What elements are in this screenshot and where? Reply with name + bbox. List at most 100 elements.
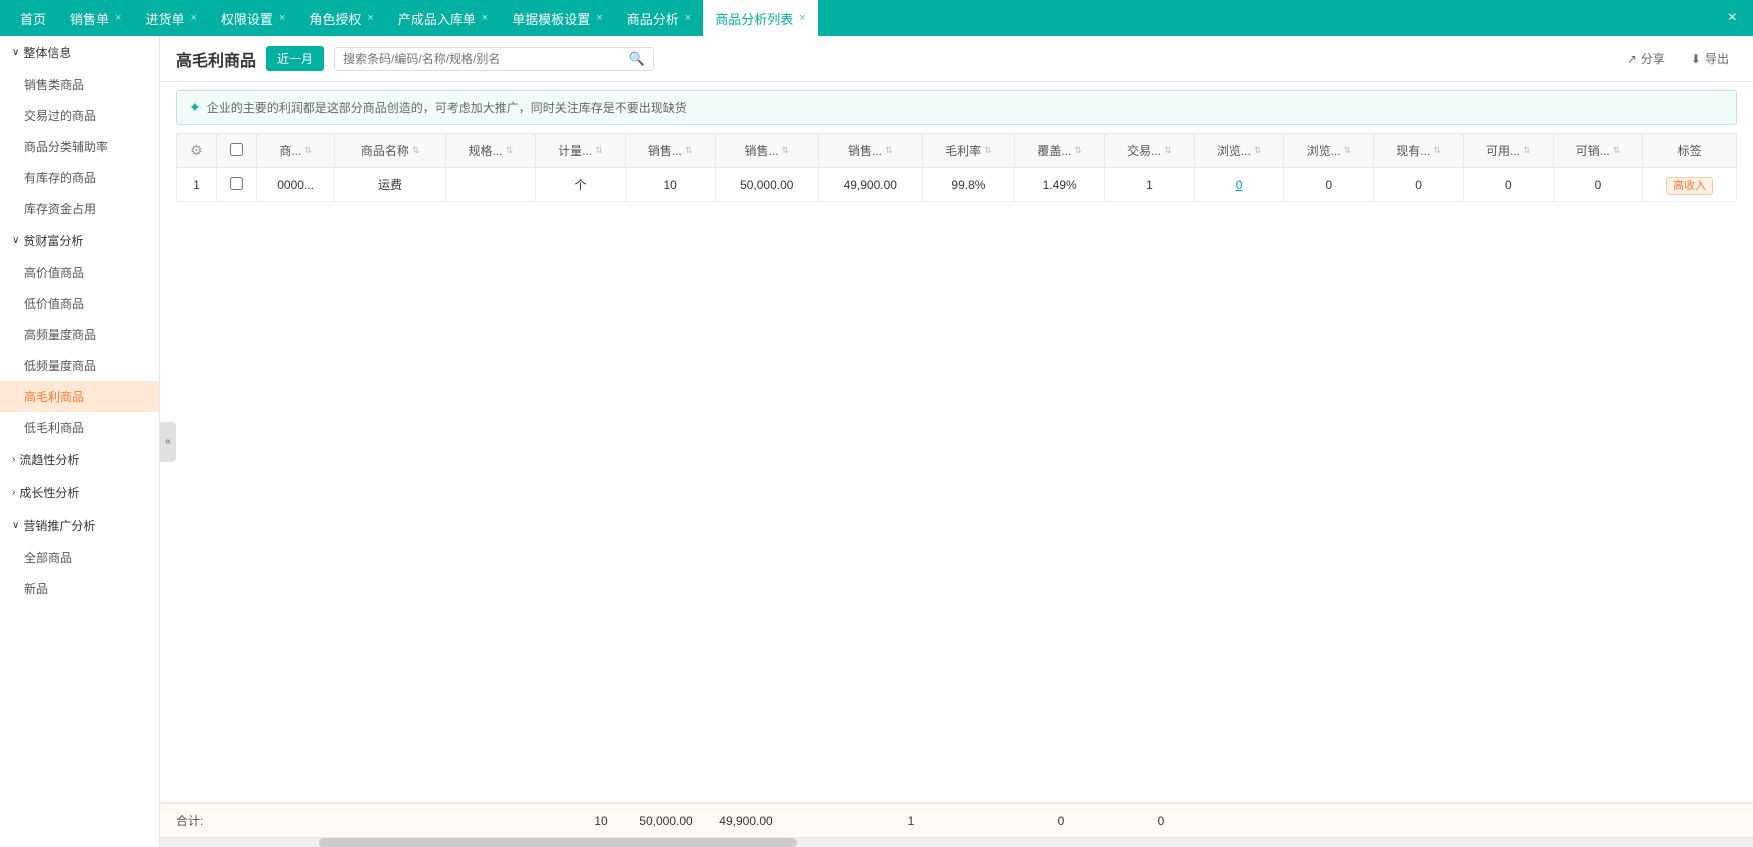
horizontal-scrollbar[interactable] (160, 837, 1753, 847)
export-icon: ⬇ (1691, 52, 1701, 66)
search-input[interactable] (343, 52, 629, 66)
nav-item-product-analysis-list[interactable]: 商品分析列表× (703, 0, 817, 36)
sidebar-item-low-value-goods[interactable]: 低价值商品 (0, 288, 159, 319)
sidebar-item-inventory-capital[interactable]: 库存资金占用 (0, 193, 159, 224)
footer-total: 合计:1050,000.0049,900.00100 (160, 802, 1753, 837)
col-header-sellable[interactable]: 可销...⇅ (1553, 134, 1643, 168)
sidebar-group-marketing-analysis[interactable]: ∨ 营销推广分析 (0, 509, 159, 542)
row-sellable: 0 (1553, 168, 1643, 202)
sidebar-item-new-goods[interactable]: 新品 (0, 573, 159, 604)
sidebar: ∨ 整体信息销售类商品交易过的商品商品分类辅助率有库存的商品库存资金占用∨贫财富分… (0, 36, 160, 847)
col-label: 浏览... (1307, 142, 1341, 159)
row-spec (446, 168, 536, 202)
sidebar-item-low-margin-goods[interactable]: 低毛利商品 (0, 412, 159, 443)
sidebar-item-traded-goods[interactable]: 交易过的商品 (0, 100, 159, 131)
sort-icon[interactable]: ⇅ (1433, 145, 1441, 156)
col-header-sales-qty[interactable]: 销售...⇅ (625, 134, 715, 168)
row-browse1-link[interactable]: 0 (1236, 178, 1243, 192)
sidebar-item-high-value-goods[interactable]: 高价值商品 (0, 257, 159, 288)
row-name: 运费 (334, 168, 446, 202)
sidebar-item-sales-goods[interactable]: 销售类商品 (0, 69, 159, 100)
export-button[interactable]: ⬇ 导出 (1683, 47, 1737, 70)
select-all-checkbox[interactable] (230, 143, 243, 156)
sidebar-group-label: 营销推广分析 (23, 517, 95, 534)
footer-cell-7: 50,000.00 (626, 814, 706, 828)
close-tab-product-analysis[interactable]: × (685, 12, 691, 24)
sort-icon[interactable]: ⇅ (1074, 145, 1082, 156)
sort-icon[interactable]: ⇅ (412, 145, 420, 156)
col-header-unit[interactable]: 计量...⇅ (536, 134, 626, 168)
col-header-available[interactable]: 可用...⇅ (1463, 134, 1553, 168)
close-tab-permission-settings[interactable]: × (279, 12, 285, 24)
nav-item-permission-settings[interactable]: 权限设置× (209, 0, 297, 36)
row-index: 1 (177, 168, 217, 202)
sort-icon[interactable]: ⇅ (885, 145, 893, 156)
sidebar-item-high-freq-goods[interactable]: 高频量度商品 (0, 319, 159, 350)
col-header-current-stock[interactable]: 现有...⇅ (1374, 134, 1464, 168)
nav-item-purchase-order[interactable]: 进货单× (133, 0, 208, 36)
col-header-coverage[interactable]: 覆盖...⇅ (1015, 134, 1105, 168)
sidebar-collapse-button[interactable]: « (160, 422, 176, 462)
row-coverage: 1.49% (1015, 168, 1105, 202)
nav-item-role-permissions[interactable]: 角色授权× (297, 0, 385, 36)
col-header-name[interactable]: 商品名称⇅ (334, 134, 446, 168)
col-header-browse1[interactable]: 浏览...⇅ (1194, 134, 1284, 168)
sort-icon[interactable]: ⇅ (1523, 145, 1531, 156)
arrow-icon: ∨ (12, 520, 19, 531)
col-header-spec[interactable]: 规格...⇅ (446, 134, 536, 168)
col-header-sales-cost[interactable]: 销售...⇅ (819, 134, 922, 168)
share-button[interactable]: ↗ 分享 (1619, 47, 1673, 70)
sidebar-group-wealth-analysis[interactable]: ∨贫财富分析 (0, 224, 159, 257)
nav-item-product-analysis[interactable]: 商品分析× (615, 0, 703, 36)
sort-icon[interactable]: ⇅ (1254, 145, 1262, 156)
sidebar-group-trend-analysis[interactable]: ›流趋性分析 (0, 443, 159, 476)
sidebar-item-low-freq-goods[interactable]: 低频量度商品 (0, 350, 159, 381)
sort-icon[interactable]: ⇅ (595, 145, 603, 156)
col-header-transaction[interactable]: 交易...⇅ (1105, 134, 1195, 168)
sort-icon[interactable]: ⇅ (1613, 145, 1621, 156)
nav-item-product-entry[interactable]: 产成品入库单× (386, 0, 500, 36)
nav-item-order-template[interactable]: 单据模板设置× (500, 0, 614, 36)
sort-icon[interactable]: ⇅ (984, 145, 992, 156)
col-label: 规格... (468, 142, 502, 159)
row-sales-qty: 10 (625, 168, 715, 202)
table-row: 10000...运费个1050,000.0049,900.0099.8%1.49… (177, 168, 1737, 202)
close-tab-role-permissions[interactable]: × (367, 12, 373, 24)
nav-item-sales-order[interactable]: 销售单× (58, 0, 133, 36)
sidebar-item-high-margin-goods[interactable]: 高毛利商品 (0, 381, 159, 412)
arrow-icon: ∨ (12, 47, 19, 58)
sort-icon[interactable]: ⇅ (685, 145, 693, 156)
table-wrapper: ⚙商...⇅商品名称⇅规格...⇅计量...⇅销售...⇅销售...⇅销售...… (160, 133, 1753, 802)
close-tab-purchase-order[interactable]: × (190, 12, 196, 24)
search-icon[interactable]: 🔍 (629, 51, 645, 67)
sort-icon[interactable]: ⇅ (782, 145, 790, 156)
close-tab-sales-order[interactable]: × (115, 12, 121, 24)
sidebar-item-goods-analysis-rate[interactable]: 商品分类辅助率 (0, 131, 159, 162)
sort-icon[interactable]: ⇅ (304, 145, 312, 156)
sort-icon[interactable]: ⇅ (1344, 145, 1352, 156)
col-header-code[interactable]: 商...⇅ (257, 134, 334, 168)
sort-icon[interactable]: ⇅ (505, 145, 513, 156)
sidebar-group-label: 整体信息 (23, 44, 71, 61)
row-transaction: 1 (1105, 168, 1195, 202)
sidebar-item-all-goods[interactable]: 全部商品 (0, 542, 159, 573)
nav-item-home[interactable]: 首页 (8, 0, 58, 36)
period-button[interactable]: 近一月 (266, 46, 324, 71)
sidebar-item-in-stock-goods[interactable]: 有库存的商品 (0, 162, 159, 193)
sidebar-group-label: 流趋性分析 (19, 451, 79, 468)
close-tab-product-analysis-list[interactable]: × (799, 12, 805, 24)
col-header-margin-rate[interactable]: 毛利率⇅ (922, 134, 1015, 168)
sort-icon[interactable]: ⇅ (1164, 145, 1172, 156)
close-tab-product-entry[interactable]: × (482, 12, 488, 24)
col-header-browse2[interactable]: 浏览...⇅ (1284, 134, 1374, 168)
col-header-sales-amount[interactable]: 销售...⇅ (715, 134, 818, 168)
row-select-checkbox[interactable] (230, 177, 243, 190)
settings-icon[interactable]: ⚙ (190, 142, 203, 158)
close-all-tabs-button[interactable]: × (1720, 9, 1745, 27)
sidebar-group-growth-analysis[interactable]: ›成长性分析 (0, 476, 159, 509)
col-label: 计量... (558, 142, 592, 159)
sidebar-group-overall-info[interactable]: ∨ 整体信息 (0, 36, 159, 69)
top-nav: 首页销售单×进货单×权限设置×角色授权×产成品入库单×单据模板设置×商品分析×商… (0, 0, 1753, 36)
content-header: 高毛利商品 近一月 🔍 ↗ 分享 ⬇ 导出 (160, 36, 1753, 82)
close-tab-order-template[interactable]: × (596, 12, 602, 24)
